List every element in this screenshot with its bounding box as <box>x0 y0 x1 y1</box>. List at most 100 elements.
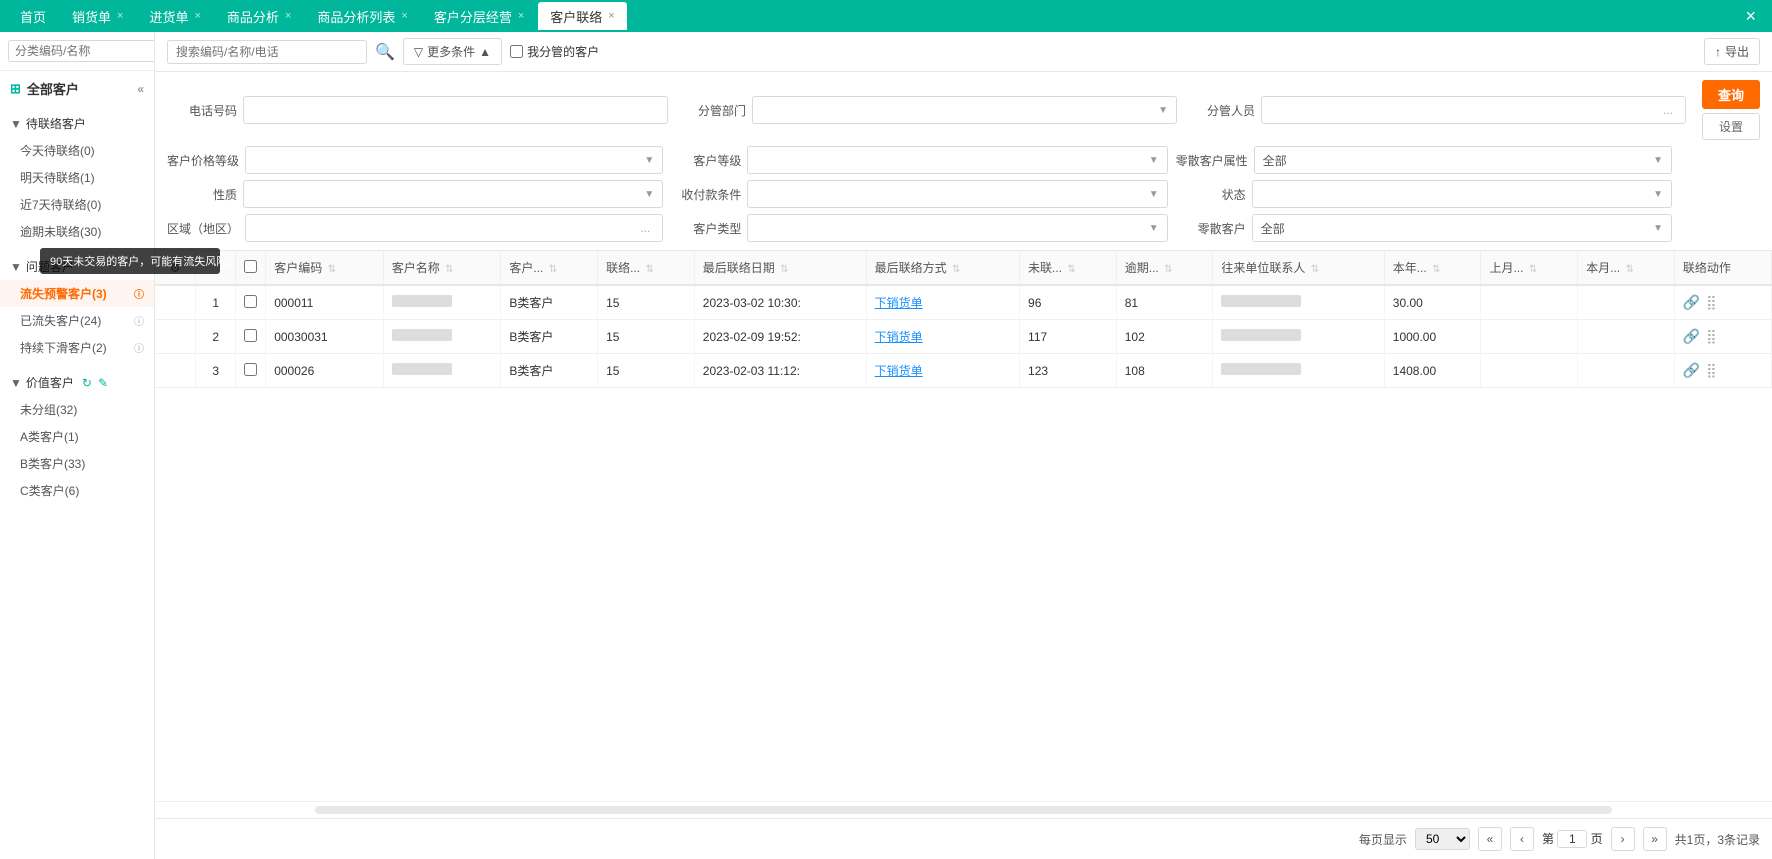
retail-attr-select[interactable]: 全部 ▼ <box>1254 146 1672 174</box>
td-check-0[interactable] <box>236 285 266 320</box>
th-type[interactable]: 客户... ⇅ <box>501 251 598 285</box>
more-action-icon-2[interactable]: ⣿ <box>1706 362 1716 379</box>
manager-select[interactable]: ... <box>1261 96 1686 124</box>
th-contact[interactable]: 联络... ⇅ <box>598 251 695 285</box>
tab-sales[interactable]: 销货单 × <box>60 2 135 30</box>
row-checkbox-1[interactable] <box>244 329 257 342</box>
contact-action-icon-2[interactable]: 🔗 <box>1683 362 1700 379</box>
row-checkbox-0[interactable] <box>244 295 257 308</box>
th-overdue[interactable]: 逾期... ⇅ <box>1116 251 1213 285</box>
next-page-button[interactable]: › <box>1611 827 1635 851</box>
sidebar-item-churn-predict[interactable]: 流失预警客户(3) ⓘ <box>0 280 154 307</box>
tab-analysis-close[interactable]: × <box>285 10 291 22</box>
th-code[interactable]: 客户编码 ⇅ <box>266 251 384 285</box>
more-conditions-button[interactable]: ▽ 更多条件 ▲ <box>403 38 502 65</box>
horizontal-scrollbar[interactable] <box>315 806 1612 814</box>
th-last-month[interactable]: 上月... ⇅ <box>1481 251 1578 285</box>
th-this-year[interactable]: 本年... ⇅ <box>1384 251 1481 285</box>
last-contact-link-2[interactable]: 下销货单 <box>875 364 923 378</box>
tab-analysis-list-close[interactable]: × <box>401 10 407 22</box>
th-check[interactable] <box>236 251 266 285</box>
dept-select[interactable]: ▼ <box>752 96 1177 124</box>
th-last-contact-method[interactable]: 最后联络方式 ⇅ <box>866 251 1019 285</box>
td-last-contact-method-1[interactable]: 下销货单 <box>866 320 1019 354</box>
value-edit-icon[interactable]: ✎ <box>98 376 108 390</box>
customer-tier-select[interactable]: ▼ <box>747 146 1167 174</box>
td-last-contact-method-2[interactable]: 下销货单 <box>866 354 1019 388</box>
td-last-contact-method-0[interactable]: 下销货单 <box>866 285 1019 320</box>
region-select[interactable]: ... <box>245 214 663 242</box>
more-action-icon-1[interactable]: ⣿ <box>1706 328 1716 345</box>
overdue-label: 逾期未联络(30) <box>20 223 101 240</box>
tab-home[interactable]: 首页 <box>8 2 58 30</box>
pending-section-title[interactable]: ▼ 待联络客户 <box>0 110 154 137</box>
tab-customer-link-close[interactable]: × <box>608 10 614 22</box>
contact-action-icon-0[interactable]: 🔗 <box>1683 294 1700 311</box>
sidebar-item-ungroup[interactable]: 未分组(32) <box>0 396 154 423</box>
more-action-icon-0[interactable]: ⣿ <box>1706 294 1716 311</box>
nature-select[interactable]: ▼ <box>243 180 663 208</box>
sidebar-item-churn-down[interactable]: 持续下滑客户(2) ⓘ <box>0 334 154 361</box>
tab-customer-tier-close[interactable]: × <box>518 10 524 22</box>
first-page-button[interactable]: « <box>1478 827 1502 851</box>
my-customers-checkbox[interactable] <box>510 45 523 58</box>
tab-purchase[interactable]: 进货单 × <box>137 2 212 30</box>
last-contact-link-0[interactable]: 下销货单 <box>875 296 923 310</box>
query-button[interactable]: 查询 <box>1702 80 1760 109</box>
tab-analysis-list[interactable]: 商品分析列表 × <box>305 2 419 30</box>
td-settings-0 <box>155 285 196 320</box>
filter-search-button[interactable]: 🔍 <box>375 42 395 62</box>
prev-page-button[interactable]: ‹ <box>1510 827 1534 851</box>
sidebar-item-a-class[interactable]: A类客户(1) <box>0 423 154 450</box>
sidebar-item-overdue[interactable]: 逾期未联络(30) <box>0 218 154 245</box>
status-select[interactable]: ▼ <box>1252 180 1672 208</box>
sidebar-item-already-churn[interactable]: 已流失客户(24) ⓘ <box>0 307 154 334</box>
close-all-button[interactable]: × <box>1737 6 1764 27</box>
tab-analysis[interactable]: 商品分析 × <box>215 2 303 30</box>
sidebar-item-today[interactable]: 今天待联络(0) <box>0 137 154 164</box>
filter-search-input[interactable] <box>167 40 367 64</box>
tab-customer-link[interactable]: 客户联络 × <box>538 2 626 30</box>
select-all-checkbox[interactable] <box>244 260 257 273</box>
sidebar-item-7days[interactable]: 近7天待联络(0) <box>0 191 154 218</box>
th-name[interactable]: 客户名称 ⇅ <box>383 251 501 285</box>
retail-cust-select[interactable]: 全部 ▼ <box>1252 214 1672 242</box>
value-section-title[interactable]: ▼ 价值客户 ↻ ✎ <box>0 369 154 396</box>
sidebar-item-b-class[interactable]: B类客户(33) <box>0 450 154 477</box>
th-last-contact-date[interactable]: 最后联络日期 ⇅ <box>694 251 866 285</box>
current-page[interactable]: 1 <box>1557 830 1587 848</box>
th-not-contacted[interactable]: 未联... ⇅ <box>1020 251 1117 285</box>
export-button[interactable]: ↑ 导出 <box>1704 38 1760 65</box>
per-page-select[interactable]: 50 100 200 <box>1415 828 1470 850</box>
row-checkbox-2[interactable] <box>244 363 257 376</box>
tab-customer-tier[interactable]: 客户分层经营 × <box>422 2 536 30</box>
last-page-button[interactable]: » <box>1643 827 1667 851</box>
price-tier-select[interactable]: ▼ <box>245 146 663 174</box>
sidebar-item-c-class[interactable]: C类客户(6) <box>0 477 154 504</box>
th-unit-contact[interactable]: 往来单位联系人 ⇅ <box>1213 251 1384 285</box>
region-dots[interactable]: ... <box>636 221 654 235</box>
last-contact-link-1[interactable]: 下销货单 <box>875 330 923 344</box>
td-num-1: 2 <box>196 320 236 354</box>
sidebar-item-tomorrow[interactable]: 明天待联络(1) <box>0 164 154 191</box>
th-this-month[interactable]: 本月... ⇅ <box>1578 251 1675 285</box>
tab-sales-close[interactable]: × <box>117 10 123 22</box>
td-check-2[interactable] <box>236 354 266 388</box>
all-customers-header[interactable]: ⊞ 全部客户 « <box>0 71 154 106</box>
adv-filter-row-2: 客户价格等级 ▼ 客户等级 ▼ 零散客户属性 全部 <box>167 146 1760 174</box>
phone-input[interactable] <box>243 96 668 124</box>
my-customers-label[interactable]: 我分管的客户 <box>510 43 599 60</box>
sidebar-search-input[interactable] <box>8 40 155 62</box>
collapse-icon[interactable]: « <box>137 82 144 96</box>
cust-type-select[interactable]: ▼ <box>747 214 1167 242</box>
settings-button[interactable]: 设置 <box>1702 113 1760 140</box>
tab-purchase-close[interactable]: × <box>194 10 200 22</box>
td-check-1[interactable] <box>236 320 266 354</box>
churn-down-label: 持续下滑客户(2) <box>20 339 107 356</box>
th-not-contacted-label: 未联... <box>1028 261 1062 275</box>
td-unit-contact-1 <box>1213 320 1384 354</box>
payment-select[interactable]: ▼ <box>747 180 1167 208</box>
value-refresh-icon[interactable]: ↻ <box>82 376 92 390</box>
manager-dots[interactable]: ... <box>1659 103 1677 117</box>
contact-action-icon-1[interactable]: 🔗 <box>1683 328 1700 345</box>
